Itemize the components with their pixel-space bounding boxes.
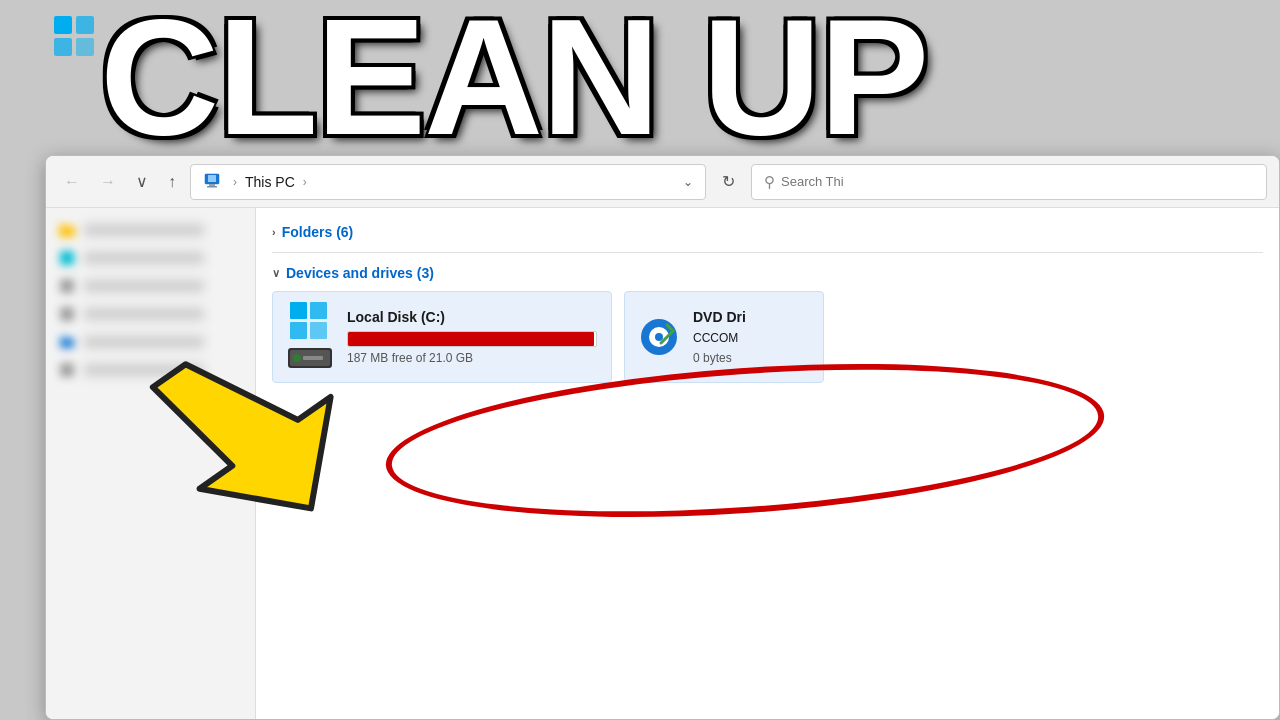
drives-row: Local Disk (C:) 187 MB free of 21.0 GB [272,291,1263,383]
search-icon: ⚲ [764,173,775,191]
address-bar: ← → ∨ ↑ › This PC › [46,156,1279,208]
back-button[interactable]: ← [58,169,86,195]
svg-rect-6 [209,184,215,186]
forward-button[interactable]: → [94,169,122,195]
svg-rect-11 [60,279,74,293]
explorer-window: ← → ∨ ↑ › This PC › [45,155,1280,720]
dvd-info: DVD Dri CCCOM 0 bytes [693,309,809,365]
svg-rect-2 [54,38,72,56]
folders-section-label: Folders (6) [282,224,354,240]
up-button[interactable]: ↑ [162,169,182,195]
svg-rect-23 [303,356,323,360]
sidebar-item-2[interactable] [46,244,255,272]
drive-c-name: Local Disk (C:) [347,309,597,325]
search-input[interactable] [781,174,1254,189]
drives-chevron-icon: ∨ [272,267,280,280]
back-arrow-icon: ← [64,173,80,191]
dvd-name-text: DVD Dri [693,309,746,325]
folder-icon-6 [58,361,76,379]
refresh-icon: ↻ [722,173,735,190]
dvd-drive-tile[interactable]: DVD Dri CCCOM 0 bytes [624,291,824,383]
svg-rect-5 [208,175,216,182]
drives-section-header[interactable]: ∨ Devices and drives (3) [272,265,1263,281]
svg-rect-12 [60,307,74,321]
title-text: CLEAN UP [100,0,927,160]
chevron-down-icon: ∨ [136,172,148,191]
svg-rect-0 [54,16,72,34]
address-separator: › [233,175,237,189]
main-content: › Folders (6) ∨ Devices and drives (3) [46,208,1279,719]
drives-section-label: Devices and drives (3) [286,265,434,281]
dvd-space: 0 bytes [693,351,809,365]
sidebar-item-6[interactable] [46,356,255,384]
dvd-sub: CCCOM [693,331,809,345]
address-dropdown-arrow[interactable]: ⌄ [683,175,693,189]
svg-rect-7 [207,186,217,188]
folder-icon-1 [58,221,76,239]
svg-rect-14 [60,336,66,340]
refresh-button[interactable]: ↻ [714,168,743,195]
drives-section: Local Disk (C:) 187 MB free of 21.0 GB [272,291,1263,383]
section-divider [272,252,1263,253]
svg-rect-10 [60,251,74,265]
sidebar-item-5[interactable] [46,328,255,356]
svg-rect-3 [76,38,94,56]
folders-chevron-icon: › [272,226,276,238]
sidebar-item-3[interactable] [46,272,255,300]
address-path: This PC [245,174,295,190]
folder-icon-2 [58,249,76,267]
dvd-icon [639,317,679,357]
svg-rect-1 [76,16,94,34]
folder-icon-3 [58,277,76,295]
svg-rect-13 [60,338,74,348]
drive-c-space: 187 MB free of 21.0 GB [347,351,597,365]
svg-rect-9 [59,224,66,228]
drive-c-bar-container [347,331,597,347]
folder-icon-4 [58,305,76,323]
svg-rect-16 [290,302,307,319]
svg-rect-17 [310,302,327,319]
search-field[interactable]: ⚲ [751,164,1267,200]
address-separator-2: › [303,175,307,189]
dvd-name: DVD Dri [693,309,809,325]
folder-icon-5 [58,333,76,351]
up-arrow-icon: ↑ [168,173,176,191]
drive-c-bar-fill [348,332,594,346]
local-disk-c-tile[interactable]: Local Disk (C:) 187 MB free of 21.0 GB [272,291,612,383]
svg-point-22 [293,354,301,362]
history-button[interactable]: ∨ [130,168,154,195]
drive-c-icon [287,302,333,372]
svg-rect-8 [59,226,75,237]
svg-rect-15 [60,363,74,377]
forward-arrow-icon: → [100,173,116,191]
sidebar [46,208,256,719]
svg-rect-19 [310,322,327,339]
monitor-icon [203,171,225,193]
sidebar-item-1[interactable] [46,216,255,244]
folders-section-header[interactable]: › Folders (6) [272,224,1263,240]
svg-rect-18 [290,322,307,339]
svg-point-26 [655,333,663,341]
drive-c-info: Local Disk (C:) 187 MB free of 21.0 GB [347,309,597,365]
windows-logo [52,14,94,56]
title-overlay: CLEAN UP [0,0,1280,155]
sidebar-item-4[interactable] [46,300,255,328]
content-area: › Folders (6) ∨ Devices and drives (3) [256,208,1279,719]
address-field[interactable]: › This PC › ⌄ [190,164,706,200]
